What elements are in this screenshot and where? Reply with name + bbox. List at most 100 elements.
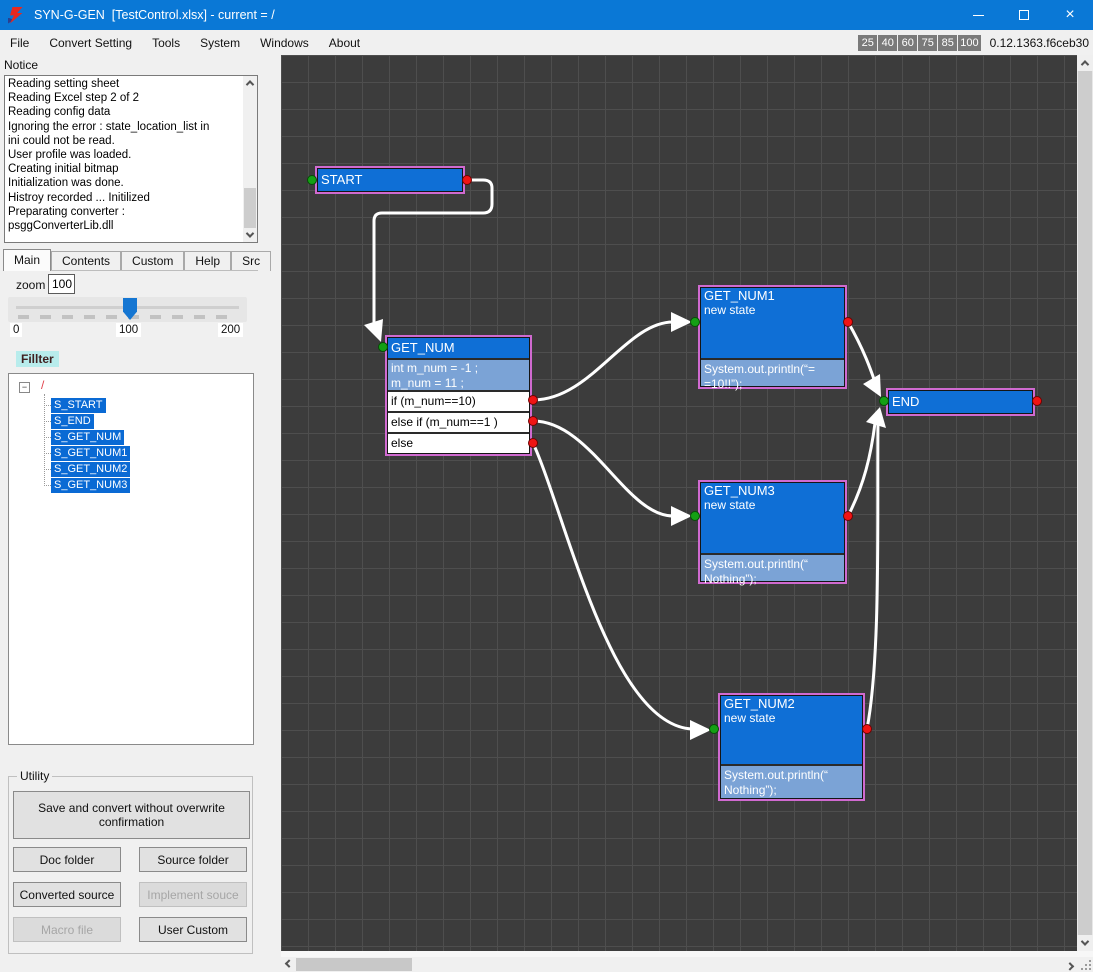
port-in-getnum1[interactable] (690, 317, 700, 327)
tree-root-node[interactable]: / (41, 378, 44, 392)
zoom-slider[interactable] (8, 297, 247, 322)
menu-right-zone: 25 40 60 75 85 100 0.12.1363.f6ceb30 (857, 30, 1089, 55)
action-line: Nothing”); (704, 572, 757, 586)
menu-file[interactable]: File (0, 32, 39, 54)
user-custom-button[interactable]: User Custom (139, 917, 247, 942)
save-convert-button[interactable]: Save and convert without overwrite confi… (13, 791, 250, 839)
state-tree[interactable]: − / S_START S_END S_GET_NUM S_GET_NUM1 S… (8, 373, 254, 745)
zoom-scale-mid: 100 (116, 323, 142, 337)
scroll-down-button[interactable] (1077, 935, 1093, 951)
port-out-start[interactable] (462, 175, 472, 185)
node-get-num3[interactable]: GET_NUM3 new state System.out.println(“ … (700, 482, 845, 586)
tree-expander-icon[interactable]: − (19, 382, 30, 393)
scroll-up-button[interactable] (1077, 55, 1093, 71)
resize-grip[interactable] (1078, 958, 1092, 971)
canvas-vertical-scrollbar[interactable] (1077, 55, 1093, 951)
tree-item-s-end[interactable]: S_END (51, 414, 94, 429)
zoom-preset-25[interactable]: 25 (858, 34, 878, 51)
port-out-getnum-else[interactable] (528, 438, 538, 448)
minimize-button[interactable] (955, 0, 1001, 30)
close-icon: × (1065, 6, 1075, 23)
node-start[interactable]: START (317, 168, 463, 192)
zoom-preset-40[interactable]: 40 (878, 34, 898, 51)
menu-system[interactable]: System (190, 32, 250, 54)
notice-scroll-up-button[interactable] (243, 76, 257, 90)
port-in-start[interactable] (307, 175, 317, 185)
node-get-num3-subtitle: new state (704, 498, 756, 512)
title-bar: SYN-G-GEN [TestControl.xlsx] - current =… (0, 0, 1093, 30)
tab-strip: Main Contents Custom Help Src (3, 249, 272, 271)
tree-item-s-get-num3[interactable]: S_GET_NUM3 (51, 478, 131, 493)
port-in-getnum2[interactable] (709, 724, 719, 734)
zoom-preset-85[interactable]: 85 (938, 34, 958, 51)
node-get-num1-subtitle: new state (704, 303, 756, 317)
tab-src[interactable]: Src (231, 251, 272, 271)
notice-scrollbar[interactable] (243, 76, 257, 242)
menu-tools[interactable]: Tools (142, 32, 190, 54)
arrowhead-end-lower (866, 407, 886, 428)
tab-contents[interactable]: Contents (51, 251, 122, 271)
node-get-num1[interactable]: GET_NUM1 new state System.out.println(“=… (700, 287, 845, 391)
node-get-num1-title: GET_NUM1 (701, 288, 844, 303)
port-out-getnum2[interactable] (862, 724, 872, 734)
source-folder-button[interactable]: Source folder (139, 847, 247, 872)
edge-getnum-if-to-getnum1 (531, 320, 675, 402)
filter-label: Fillter (16, 351, 59, 367)
zoom-value-input[interactable] (48, 274, 75, 294)
diagram-canvas[interactable]: START GET_NUM int m_num = -1 ; m_num = 1… (281, 55, 1077, 951)
node-get-num-decl: int m_num = -1 ; m_num = 11 ; (388, 358, 529, 390)
notice-scroll-down-button[interactable] (243, 228, 257, 242)
tree-item-s-start[interactable]: S_START (51, 398, 106, 413)
node-end-title: END (889, 391, 1032, 412)
utility-group: Utility Save and convert without overwri… (8, 769, 253, 954)
chevron-right-icon (1065, 961, 1074, 971)
node-end[interactable]: END (888, 390, 1033, 414)
node-get-num2-title: GET_NUM2 (721, 696, 862, 711)
maximize-button[interactable] (1001, 0, 1047, 30)
doc-folder-button[interactable]: Doc folder (13, 847, 121, 872)
menu-convert-setting[interactable]: Convert Setting (39, 32, 142, 54)
port-in-getnum[interactable] (378, 342, 388, 352)
node-get-num-cond-if[interactable]: if (m_num==10) (388, 390, 529, 411)
port-in-getnum3[interactable] (690, 511, 700, 521)
action-line: Nothing”); (724, 783, 777, 797)
menu-about[interactable]: About (319, 32, 370, 54)
tree-item-s-get-num2[interactable]: S_GET_NUM2 (51, 462, 131, 477)
scroll-left-button[interactable] (281, 957, 296, 972)
tab-main[interactable]: Main (3, 249, 52, 271)
node-get-num[interactable]: GET_NUM int m_num = -1 ; m_num = 11 ; if… (387, 337, 530, 454)
port-in-end[interactable] (879, 396, 889, 406)
port-out-getnum-elseif[interactable] (528, 416, 538, 426)
tab-custom[interactable]: Custom (121, 251, 185, 271)
zoom-preset-100[interactable]: 100 (958, 34, 981, 51)
tree-item-s-get-num1[interactable]: S_GET_NUM1 (51, 446, 131, 461)
menu-windows[interactable]: Windows (250, 32, 319, 54)
decl-line: m_num = 11 ; (391, 376, 464, 390)
tree-guide-stub (44, 437, 51, 438)
tab-help[interactable]: Help (184, 251, 232, 271)
port-out-end[interactable] (1032, 396, 1042, 406)
port-out-getnum3[interactable] (843, 511, 853, 521)
node-get-num-cond-else[interactable]: else (388, 432, 529, 453)
edge-start-to-getnum (372, 178, 494, 325)
port-out-getnum1[interactable] (843, 317, 853, 327)
canvas-horizontal-scrollbar[interactable] (281, 957, 1077, 972)
scroll-right-button[interactable] (1062, 957, 1077, 972)
tree-item-s-get-num[interactable]: S_GET_NUM (51, 430, 125, 445)
node-get-num-cond-elseif[interactable]: else if (m_num==1 ) (388, 411, 529, 432)
node-get-num2-action: System.out.println(“ Nothing”); (721, 764, 862, 798)
arrowhead-getnum3 (671, 506, 692, 526)
notice-scroll-thumb[interactable] (244, 188, 256, 228)
action-line: =10!!”); (704, 377, 743, 391)
horizontal-scroll-thumb[interactable] (296, 958, 412, 971)
converted-source-button[interactable]: Converted source (13, 882, 121, 907)
action-line: System.out.println(“= (704, 362, 816, 376)
zoom-preset-60[interactable]: 60 (898, 34, 918, 51)
zoom-preset-75[interactable]: 75 (918, 34, 938, 51)
node-get-num2[interactable]: GET_NUM2 new state System.out.println(“ … (720, 695, 863, 799)
close-button[interactable]: × (1047, 0, 1093, 30)
port-out-getnum-if[interactable] (528, 395, 538, 405)
vertical-scroll-thumb[interactable] (1078, 71, 1092, 935)
tree-guide-line (44, 394, 45, 486)
notice-log[interactable]: Reading setting sheet Reading Excel step… (4, 75, 258, 243)
